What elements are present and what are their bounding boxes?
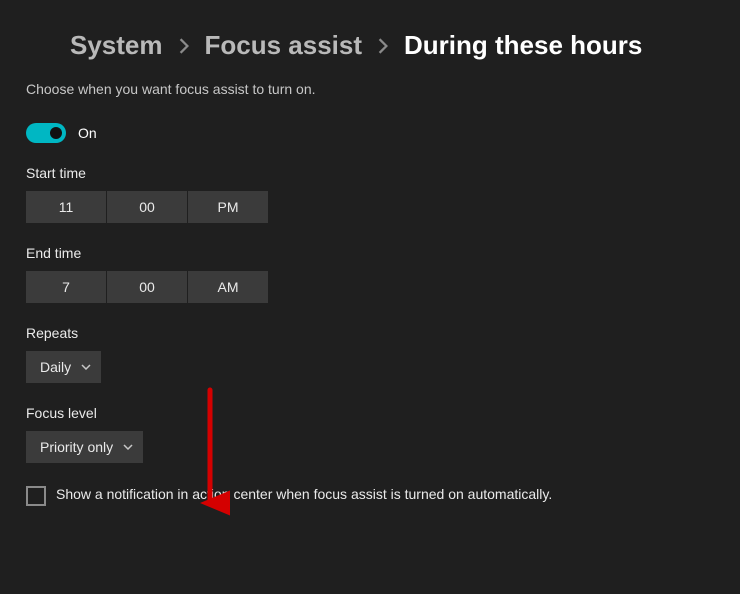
page-subtitle: Choose when you want focus assist to tur…: [26, 81, 714, 97]
repeats-dropdown[interactable]: Daily: [26, 351, 101, 383]
toggle-knob: [50, 127, 62, 139]
focus-level-dropdown[interactable]: Priority only: [26, 431, 143, 463]
focus-level-label: Focus level: [26, 405, 714, 421]
chevron-right-icon: [179, 38, 189, 54]
chevron-down-icon: [123, 444, 133, 450]
breadcrumb-current: During these hours: [404, 30, 642, 61]
end-time-label: End time: [26, 245, 714, 261]
breadcrumb-system[interactable]: System: [70, 30, 163, 61]
repeats-value: Daily: [40, 359, 71, 375]
focus-assist-toggle[interactable]: [26, 123, 66, 143]
focus-level-value: Priority only: [40, 439, 113, 455]
toggle-state-label: On: [78, 125, 97, 141]
breadcrumb-focus-assist[interactable]: Focus assist: [205, 30, 363, 61]
end-minute-cell[interactable]: 00: [107, 271, 187, 303]
start-time-label: Start time: [26, 165, 714, 181]
end-hour-cell[interactable]: 7: [26, 271, 106, 303]
chevron-right-icon: [378, 38, 388, 54]
repeats-label: Repeats: [26, 325, 714, 341]
start-time-picker: 11 00 PM: [26, 191, 714, 223]
start-ampm-cell[interactable]: PM: [188, 191, 268, 223]
end-ampm-cell[interactable]: AM: [188, 271, 268, 303]
show-notification-checkbox[interactable]: [26, 486, 46, 506]
start-hour-cell[interactable]: 11: [26, 191, 106, 223]
start-minute-cell[interactable]: 00: [107, 191, 187, 223]
breadcrumb: System Focus assist During these hours: [70, 30, 714, 61]
show-notification-label: Show a notification in action center whe…: [56, 485, 552, 504]
chevron-down-icon: [81, 364, 91, 370]
end-time-picker: 7 00 AM: [26, 271, 714, 303]
